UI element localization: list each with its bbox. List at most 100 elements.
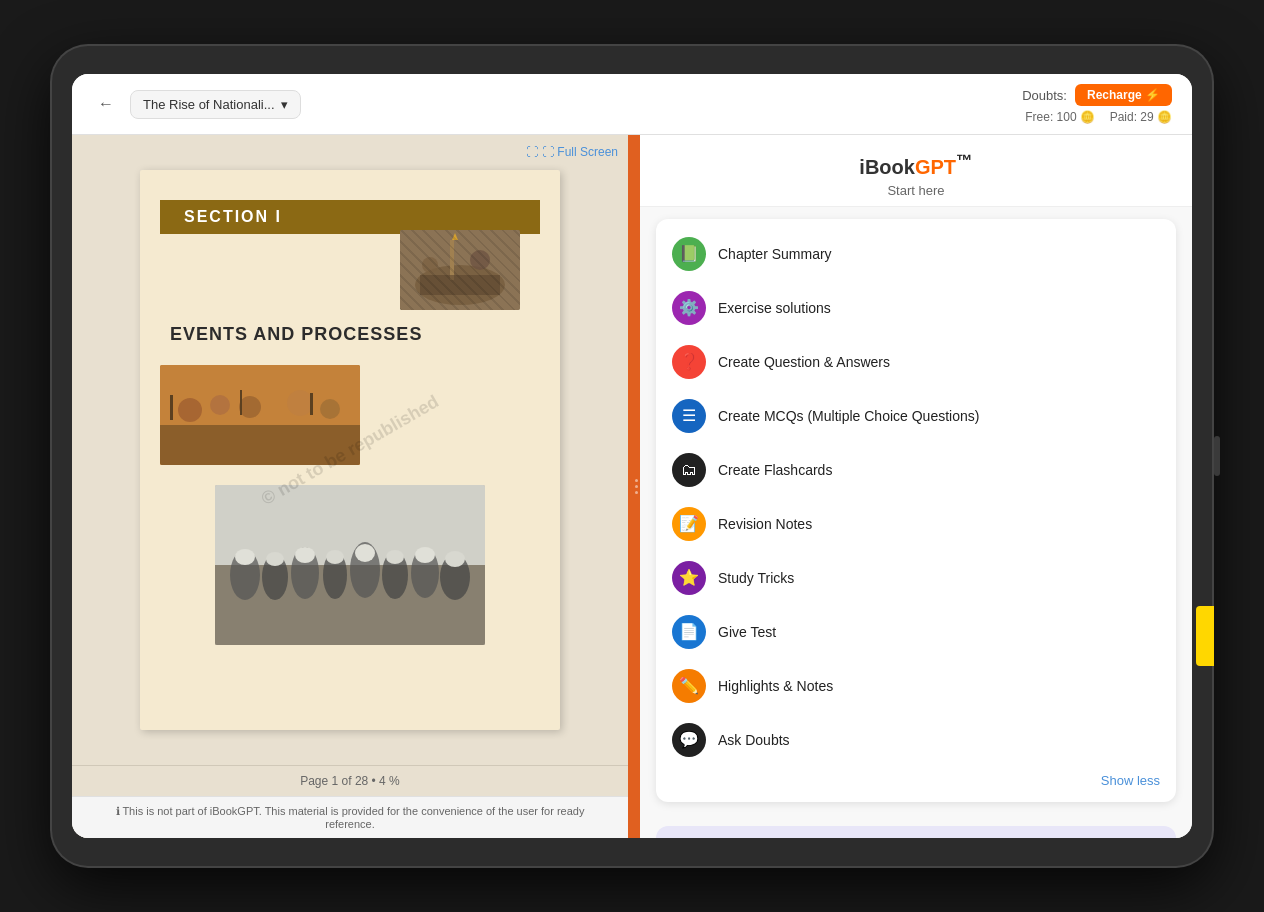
ai-header: iBookGPT™ Start here [640, 135, 1192, 207]
page-info: Page 1 of 28 • 4 % [300, 774, 400, 788]
menu-icon-create-mcqs: ☰ [672, 399, 706, 433]
svg-point-10 [210, 395, 230, 415]
fullscreen-label: ⛶ Full Screen [542, 145, 618, 159]
svg-rect-14 [170, 395, 173, 420]
svg-point-28 [235, 549, 255, 565]
menu-icon-exercise-solutions: ⚙️ [672, 291, 706, 325]
brand-gpt: GPT [915, 156, 956, 178]
credits-row: Free: 100 🪙 Paid: 29 🪙 [1025, 110, 1172, 124]
menu-label-give-test: Give Test [718, 624, 776, 640]
ai-brand: iBookGPT™ [660, 151, 1172, 179]
top-bar-right: Doubts: Recharge ⚡ Free: 100 🪙 Paid: 29 … [1022, 84, 1172, 124]
main-content: ⛶ ⛶ Full Screen © not to be republished … [72, 135, 1192, 838]
menu-item-ask-doubts[interactable]: 💬 Ask Doubts [656, 713, 1176, 767]
menu-item-chapter-summary[interactable]: 📗 Chapter Summary [656, 227, 1176, 281]
fullscreen-button[interactable]: ⛶ ⛶ Full Screen [526, 145, 618, 159]
chat-bubble: achieving a perfect society may be chall… [656, 826, 1176, 838]
svg-rect-6 [420, 275, 500, 295]
book-image-battle [160, 365, 360, 465]
brand-ibook: iBook [859, 156, 915, 178]
chapter-dropdown[interactable]: The Rise of Nationali... ▾ [130, 90, 301, 119]
svg-point-1 [415, 265, 505, 305]
doubts-row: Doubts: Recharge ⚡ [1022, 84, 1172, 106]
svg-point-34 [415, 547, 435, 563]
menu-label-study-tricks: Study Tricks [718, 570, 794, 586]
book-image-historical [400, 230, 520, 310]
top-bar-left: ← The Rise of Nationali... ▾ [92, 90, 301, 119]
menu-card: 📗 Chapter Summary ⚙️ Exercise solutions … [656, 219, 1176, 802]
chapter-title: The Rise of Nationali... [143, 97, 275, 112]
menu-label-highlights-notes: Highlights & Notes [718, 678, 833, 694]
menu-item-study-tricks[interactable]: ⭐ Study Tricks [656, 551, 1176, 605]
svg-rect-8 [160, 425, 360, 465]
panel-resizer[interactable] [632, 135, 640, 838]
tablet-frame: ← The Rise of Nationali... ▾ Doubts: Rec… [52, 46, 1212, 866]
menu-item-revision-notes[interactable]: 📝 Revision Notes [656, 497, 1176, 551]
menu-label-revision-notes: Revision Notes [718, 516, 812, 532]
book-title: EVENTS AND PROCESSES [170, 324, 422, 345]
menu-label-create-flashcards: Create Flashcards [718, 462, 832, 478]
chat-area[interactable]: achieving a perfect society may be chall… [640, 814, 1192, 838]
disclaimer: ℹ This is not part of iBookGPT. This mat… [72, 796, 628, 838]
free-credits: Free: 100 🪙 [1025, 110, 1095, 124]
doubts-label: Doubts: [1022, 88, 1067, 103]
menu-item-create-qa[interactable]: ❓ Create Question & Answers [656, 335, 1176, 389]
menu-icon-highlights-notes: ✏️ [672, 669, 706, 703]
svg-point-9 [178, 398, 202, 422]
menu-icon-create-qa: ❓ [672, 345, 706, 379]
menu-label-chapter-summary: Chapter Summary [718, 246, 832, 262]
menu-label-ask-doubts: Ask Doubts [718, 732, 790, 748]
brand-tm: ™ [956, 151, 973, 170]
book-image-crowd [215, 485, 485, 645]
svg-point-4 [422, 257, 438, 273]
menu-item-exercise-solutions[interactable]: ⚙️ Exercise solutions [656, 281, 1176, 335]
svg-rect-15 [240, 390, 242, 415]
menu-icon-ask-doubts: 💬 [672, 723, 706, 757]
svg-point-31 [326, 550, 344, 564]
svg-rect-19 [215, 485, 485, 565]
show-less-button[interactable]: Show less [656, 767, 1176, 794]
menu-icon-give-test: 📄 [672, 615, 706, 649]
paid-credits: Paid: 29 🪙 [1110, 110, 1172, 124]
menu-icon-study-tricks: ⭐ [672, 561, 706, 595]
svg-rect-2 [450, 240, 454, 280]
svg-point-13 [320, 399, 340, 419]
book-content: © not to be republished SECTION I [72, 135, 628, 765]
svg-point-30 [295, 547, 315, 563]
back-button[interactable]: ← [92, 90, 120, 118]
svg-point-12 [287, 390, 313, 416]
disclaimer-text: ℹ This is not part of iBookGPT. This mat… [116, 805, 585, 830]
svg-point-29 [266, 552, 284, 566]
book-footer: Page 1 of 28 • 4 % [72, 765, 628, 796]
svg-point-32 [355, 544, 375, 562]
menu-icon-create-flashcards: 🗂 [672, 453, 706, 487]
svg-point-11 [239, 396, 261, 418]
recharge-button[interactable]: Recharge ⚡ [1075, 84, 1172, 106]
menu-items-container: 📗 Chapter Summary ⚙️ Exercise solutions … [656, 227, 1176, 767]
ai-subtitle: Start here [660, 183, 1172, 198]
svg-rect-0 [400, 230, 520, 310]
book-panel: ⛶ ⛶ Full Screen © not to be republished … [72, 135, 632, 838]
menu-icon-revision-notes: 📝 [672, 507, 706, 541]
svg-point-35 [445, 551, 465, 567]
fullscreen-icon: ⛶ [526, 145, 538, 159]
menu-item-give-test[interactable]: 📄 Give Test [656, 605, 1176, 659]
tablet-screen: ← The Rise of Nationali... ▾ Doubts: Rec… [72, 74, 1192, 838]
menu-item-highlights-notes[interactable]: ✏️ Highlights & Notes [656, 659, 1176, 713]
svg-marker-3 [452, 233, 458, 240]
drag-dots [635, 479, 638, 494]
svg-point-33 [386, 550, 404, 564]
top-bar: ← The Rise of Nationali... ▾ Doubts: Rec… [72, 74, 1192, 135]
menu-label-exercise-solutions: Exercise solutions [718, 300, 831, 316]
menu-item-create-mcqs[interactable]: ☰ Create MCQs (Multiple Choice Questions… [656, 389, 1176, 443]
dropdown-chevron: ▾ [281, 97, 288, 112]
menu-icon-chapter-summary: 📗 [672, 237, 706, 271]
menu-label-create-mcqs: Create MCQs (Multiple Choice Questions) [718, 408, 979, 424]
book-page: © not to be republished SECTION I [140, 170, 560, 730]
section-banner: SECTION I [160, 200, 540, 234]
menu-item-create-flashcards[interactable]: 🗂 Create Flashcards [656, 443, 1176, 497]
svg-rect-16 [310, 393, 313, 415]
menu-label-create-qa: Create Question & Answers [718, 354, 890, 370]
ai-panel: iBookGPT™ Start here 📗 Chapter Summary ⚙… [640, 135, 1192, 838]
svg-point-5 [470, 250, 490, 270]
